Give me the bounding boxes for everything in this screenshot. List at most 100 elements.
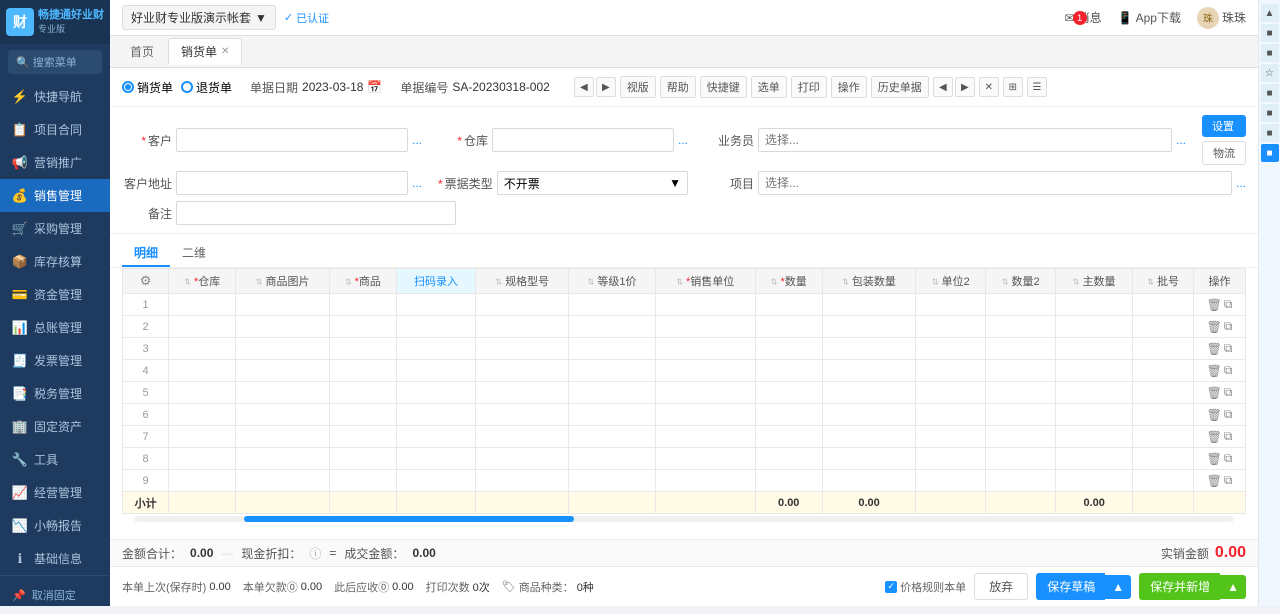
app-download-btn[interactable]: 📱 App下载 — [1118, 9, 1181, 26]
copy-icon[interactable]: ⧉ — [1224, 363, 1233, 378]
cell-5[interactable] — [569, 382, 655, 404]
cell-9[interactable] — [916, 404, 986, 426]
cell-1[interactable] — [236, 470, 330, 492]
cell-8[interactable] — [822, 382, 916, 404]
copy-icon[interactable]: ⧉ — [1224, 451, 1233, 466]
cell-1[interactable] — [236, 448, 330, 470]
sidebar-item-assets[interactable]: 🏢 固定资产 — [0, 410, 110, 443]
cell-6[interactable] — [655, 360, 755, 382]
cell-4[interactable] — [475, 470, 569, 492]
cell-10[interactable] — [986, 426, 1056, 448]
cell-5[interactable] — [569, 338, 655, 360]
project-ellipsis[interactable]: ... — [1236, 176, 1246, 190]
cell-9[interactable] — [916, 294, 986, 316]
cell-9[interactable] — [916, 470, 986, 492]
cell-5[interactable] — [569, 470, 655, 492]
cell-3[interactable] — [396, 426, 475, 448]
cell-8[interactable] — [822, 426, 916, 448]
cell-11[interactable] — [1056, 316, 1133, 338]
cell-6[interactable] — [655, 294, 755, 316]
cell-12[interactable] — [1133, 426, 1194, 448]
cell-6[interactable] — [655, 338, 755, 360]
cell-7[interactable] — [755, 360, 822, 382]
address-input[interactable] — [176, 171, 408, 195]
toolbar-prev[interactable]: ◀ — [933, 77, 953, 97]
cell-2[interactable] — [329, 294, 396, 316]
delete-icon[interactable]: 🗑 — [1207, 474, 1222, 488]
cell-1[interactable] — [236, 294, 330, 316]
cell-0[interactable] — [169, 470, 236, 492]
delete-icon[interactable]: 🗑 — [1207, 408, 1222, 422]
cell-1[interactable] — [236, 426, 330, 448]
cell-12[interactable] — [1133, 360, 1194, 382]
save-draft-main-btn[interactable]: 保存草稿 — [1036, 573, 1105, 600]
cell-6[interactable] — [655, 426, 755, 448]
cell-8[interactable] — [822, 448, 916, 470]
cell-4[interactable] — [475, 316, 569, 338]
rp-btn-2[interactable]: ■ — [1261, 24, 1279, 42]
cell-4[interactable] — [475, 382, 569, 404]
cell-0[interactable] — [169, 426, 236, 448]
sidebar-item-quick-nav[interactable]: ⚡ 快捷导航 — [0, 80, 110, 113]
cell-5[interactable] — [569, 360, 655, 382]
cell-0[interactable] — [169, 338, 236, 360]
cell-7[interactable] — [755, 448, 822, 470]
sidebar-item-sales[interactable]: 💰 销售管理 — [0, 179, 110, 212]
sidebar-item-accounts[interactable]: 📊 总账管理 — [0, 311, 110, 344]
save-new-arrow-btn[interactable]: ▲ — [1220, 575, 1246, 599]
cell-11[interactable] — [1056, 382, 1133, 404]
cell-12[interactable] — [1133, 470, 1194, 492]
cell-3[interactable] — [396, 382, 475, 404]
sidebar-item-tools[interactable]: 🔧 工具 — [0, 443, 110, 476]
tab-home[interactable]: 首页 — [118, 39, 166, 64]
cell-3[interactable] — [396, 338, 475, 360]
cell-5[interactable] — [569, 294, 655, 316]
copy-icon[interactable]: ⧉ — [1224, 297, 1233, 312]
cell-11[interactable] — [1056, 338, 1133, 360]
cell-0[interactable] — [169, 448, 236, 470]
cell-3[interactable] — [396, 470, 475, 492]
settings-btn[interactable]: 设置 — [1202, 115, 1246, 137]
select-btn[interactable]: 选单 — [751, 76, 787, 98]
rp-btn-6[interactable]: ■ — [1261, 104, 1279, 122]
sidebar-item-purchase[interactable]: 🛒 采购管理 — [0, 212, 110, 245]
cell-0[interactable] — [169, 294, 236, 316]
cell-9[interactable] — [916, 382, 986, 404]
cell-11[interactable] — [1056, 360, 1133, 382]
cell-11[interactable] — [1056, 404, 1133, 426]
help-btn[interactable]: 帮助 — [660, 76, 696, 98]
cell-8[interactable] — [822, 470, 916, 492]
cell-1[interactable] — [236, 316, 330, 338]
sidebar-item-marketing[interactable]: 📢 营销推广 — [0, 146, 110, 179]
cell-11[interactable] — [1056, 448, 1133, 470]
rp-btn-4[interactable]: ☆ — [1261, 64, 1279, 82]
save-draft-arrow-btn[interactable]: ▲ — [1105, 575, 1131, 599]
view-btn[interactable]: 视版 — [620, 76, 656, 98]
cell-2[interactable] — [329, 360, 396, 382]
cell-4[interactable] — [475, 448, 569, 470]
cell-4[interactable] — [475, 360, 569, 382]
cell-9[interactable] — [916, 426, 986, 448]
cell-4[interactable] — [475, 404, 569, 426]
cell-9[interactable] — [916, 360, 986, 382]
radio-sale[interactable]: 销货单 — [122, 79, 173, 96]
cell-12[interactable] — [1133, 338, 1194, 360]
cell-6[interactable] — [655, 448, 755, 470]
print-btn[interactable]: 打印 — [791, 76, 827, 98]
sidebar-item-funds[interactable]: 💳 资金管理 — [0, 278, 110, 311]
cell-5[interactable] — [569, 426, 655, 448]
cell-9[interactable] — [916, 338, 986, 360]
warehouse-ellipsis[interactable]: ... — [678, 133, 688, 147]
sidebar-item-reports[interactable]: 📉 小畅报告 — [0, 509, 110, 542]
list-view-btn[interactable]: ☰ — [1027, 77, 1047, 97]
sidebar-item-tax[interactable]: 📑 税务管理 — [0, 377, 110, 410]
toolbar-next[interactable]: ▶ — [955, 77, 975, 97]
cell-12[interactable] — [1133, 448, 1194, 470]
price-rule-checkbox[interactable]: ✓ 价格规则本单 — [885, 579, 966, 595]
cell-10[interactable] — [986, 360, 1056, 382]
cell-8[interactable] — [822, 360, 916, 382]
history-btn[interactable]: 历史单据 — [871, 76, 929, 98]
cell-3[interactable] — [396, 316, 475, 338]
copy-icon[interactable]: ⧉ — [1224, 319, 1233, 334]
tab-detail[interactable]: 明细 — [122, 240, 170, 267]
